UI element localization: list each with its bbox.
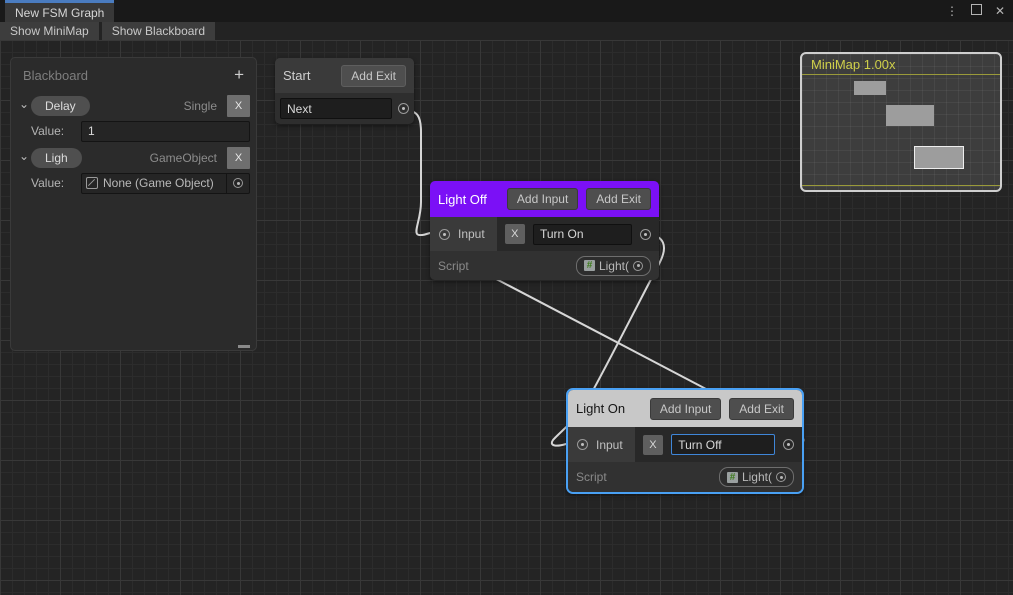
minimap-node-light-on [914,146,964,169]
minimap-node-light-off [886,105,934,126]
variable-type-label: GameObject [150,151,227,165]
script-label: Script [576,470,607,484]
wire-start-to-lightoff [403,110,430,235]
tab-title: New FSM Graph [15,6,104,20]
add-exit-button[interactable]: Add Exit [586,188,651,210]
start-node-body: Next [275,93,414,124]
input-port-group: Input [430,217,497,251]
delay-value-input[interactable]: 1 [81,121,250,142]
exit-name-input[interactable]: Turn On [533,224,632,245]
object-picker[interactable] [633,261,643,271]
show-blackboard-button[interactable]: Show Blackboard [102,22,215,40]
node-title: Start [283,68,310,83]
value-label: Value: [31,176,81,190]
target-icon [233,178,243,188]
graph-toolbar: Show MiniMap Show Blackboard [0,22,1013,40]
add-exit-button[interactable]: Add Exit [341,65,406,87]
start-node-header: Start Add Exit [275,58,414,93]
input-port[interactable] [577,439,588,450]
variable-row-delay: ⌄ Delay Single X [11,94,256,118]
node-title: Light On [576,401,642,416]
tab-new-fsm-graph[interactable]: New FSM Graph [5,0,114,22]
script-object-field[interactable]: # Light( [719,467,794,487]
add-input-button[interactable]: Add Input [650,398,721,420]
chevron-down-icon[interactable]: ⌄ [17,97,31,111]
cube-icon [86,177,98,189]
add-input-button[interactable]: Add Input [507,188,578,210]
chevron-down-icon[interactable]: ⌄ [17,149,31,163]
exit-name-input[interactable]: Turn Off [671,434,775,455]
add-variable-button[interactable]: + [234,65,244,85]
maximize-icon[interactable] [969,4,983,18]
variable-value-row: Value: 1 [11,118,256,144]
light-on-transition-row: Input X Turn Off [568,427,802,462]
node-start[interactable]: Start Add Exit Next [275,58,414,124]
variable-name-pill[interactable]: Ligh [31,148,82,168]
gameobject-value-field[interactable]: None (Game Object) [81,173,250,194]
exit-port[interactable] [640,229,651,240]
input-port-group: Input [568,427,635,462]
minimap-panel[interactable]: MiniMap 1.00x [800,52,1002,192]
node-light-on[interactable]: Light On Add Input Add Exit Input X Turn… [566,388,804,494]
csharp-script-icon: # [584,260,595,271]
delete-variable-button[interactable]: X [227,147,250,169]
value-label: Value: [31,124,81,138]
resize-grip[interactable] [238,345,250,348]
close-icon[interactable]: ✕ [993,4,1007,18]
minimap-divider [802,74,1000,75]
node-title: Light Off [438,192,499,207]
csharp-script-icon: # [727,472,738,483]
exit-name-input[interactable]: Next [280,98,392,119]
light-on-header: Light On Add Input Add Exit [568,390,802,427]
show-minimap-button[interactable]: Show MiniMap [0,22,99,40]
blackboard-header: Blackboard + [11,58,256,92]
blackboard-panel: Blackboard + ⌄ Delay Single X Value: 1 ⌄… [10,57,257,351]
input-label: Input [596,438,623,452]
variable-name-pill[interactable]: Delay [31,96,90,116]
variable-type-label: Single [184,99,227,113]
input-port[interactable] [439,229,450,240]
title-bar: New FSM Graph ⋮ ✕ [0,0,1013,22]
script-label: Script [438,259,469,273]
blackboard-title: Blackboard [23,68,88,83]
script-object-field[interactable]: # Light( [576,256,651,276]
object-field-text: None (Game Object) [103,176,214,190]
light-on-script-row: Script # Light( [568,462,802,492]
light-off-header: Light Off Add Input Add Exit [430,181,659,217]
script-field-text: Light( [599,259,629,273]
exit-port[interactable] [783,439,794,450]
variable-row-ligh: ⌄ Ligh GameObject X [11,146,256,170]
remove-exit-button[interactable]: X [643,435,664,455]
kebab-menu-icon[interactable]: ⋮ [945,4,959,18]
light-off-transition-row: Input X Turn On [430,217,659,251]
graph-canvas[interactable]: Blackboard + ⌄ Delay Single X Value: 1 ⌄… [0,40,1013,595]
window-controls: ⋮ ✕ [945,0,1007,22]
delete-variable-button[interactable]: X [227,95,250,117]
minimap-title: MiniMap 1.00x [811,57,896,72]
variable-value-row: Value: None (Game Object) [11,170,256,196]
minimap-node-start [854,81,886,95]
minimap-divider [802,185,1000,186]
fsm-graph-window: { "window": { "tab_title": "New FSM Grap… [0,0,1013,595]
remove-exit-button[interactable]: X [505,224,525,244]
object-picker[interactable] [226,174,245,193]
node-light-off[interactable]: Light Off Add Input Add Exit Input X Tur… [430,181,659,280]
light-off-script-row: Script # Light( [430,251,659,280]
add-exit-button[interactable]: Add Exit [729,398,794,420]
object-picker[interactable] [776,472,786,482]
input-label: Input [458,227,485,241]
script-field-text: Light( [742,470,772,484]
exit-port[interactable] [398,103,409,114]
